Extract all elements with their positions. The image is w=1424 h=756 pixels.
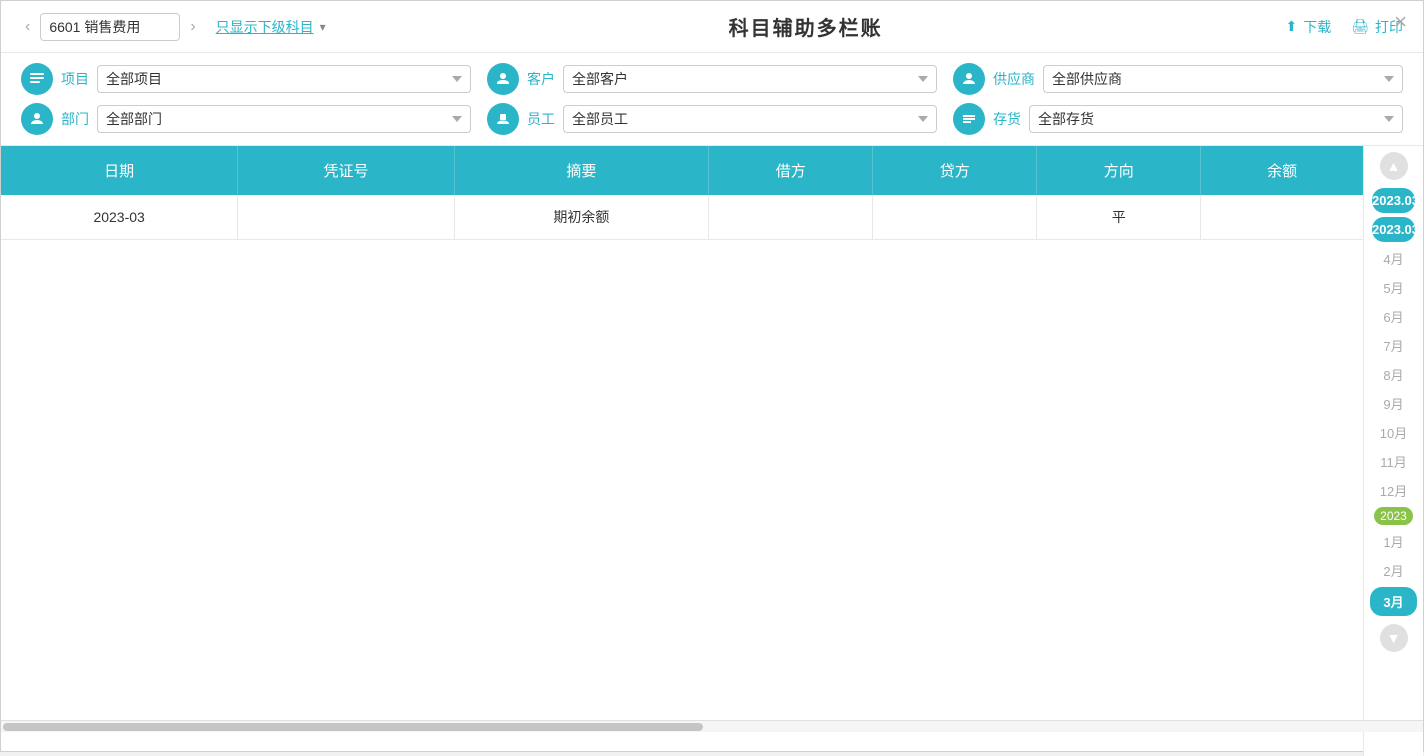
- table-header-row: 日期 凭证号 摘要 借方 贷方 方向 余额: [1, 146, 1363, 195]
- filter-bar: 项目 全部项目 客户 全部客户 供应商 全部供应商: [1, 53, 1423, 146]
- page-title: 科目辅助多栏账: [326, 12, 1286, 41]
- department-select[interactable]: 全部部门: [97, 105, 471, 133]
- timeline-month-2[interactable]: 2月: [1364, 556, 1423, 585]
- timeline-month-1[interactable]: 1月: [1364, 527, 1423, 556]
- col-date: 日期: [1, 146, 238, 195]
- filter-supplier: 供应商 全部供应商: [953, 63, 1403, 95]
- col-summary: 摘要: [454, 146, 709, 195]
- cell-summary: 期初余额: [454, 195, 709, 240]
- download-icon: ⬆: [1285, 18, 1297, 35]
- inventory-icon: [953, 103, 985, 135]
- col-voucher: 凭证号: [238, 146, 454, 195]
- cell-debit: [709, 195, 873, 240]
- supplier-select[interactable]: 全部供应商: [1043, 65, 1403, 93]
- show-sub-label[interactable]: 只显示下级科目: [216, 17, 314, 37]
- timeline-month-7[interactable]: 7月: [1364, 331, 1423, 360]
- filter-inventory: 存货 全部存货: [953, 103, 1403, 135]
- col-direction: 方向: [1037, 146, 1201, 195]
- department-icon: [21, 103, 53, 135]
- timeline-date-2023-03-sub[interactable]: 2023.03: [1372, 217, 1415, 242]
- inventory-label: 存货: [993, 109, 1021, 129]
- supplier-icon: [953, 63, 985, 95]
- cell-date: 2023-03: [1, 195, 238, 240]
- supplier-label: 供应商: [993, 69, 1035, 89]
- timeline-month-3-active[interactable]: 3月: [1370, 587, 1417, 616]
- timeline-date-2023-03-top[interactable]: 2023.03: [1372, 188, 1415, 213]
- close-button[interactable]: ×: [1394, 11, 1407, 33]
- account-name: 销售费用: [84, 17, 140, 37]
- ledger-table: 日期 凭证号 摘要 借方 贷方 方向 余额 2023-03 期初余额: [1, 146, 1363, 240]
- employee-icon: [487, 103, 519, 135]
- cell-credit: [873, 195, 1037, 240]
- account-code: 6601: [49, 19, 80, 35]
- filter-department: 部门 全部部门: [21, 103, 471, 135]
- inventory-select[interactable]: 全部存货: [1029, 105, 1403, 133]
- cell-balance: [1201, 195, 1363, 240]
- timeline-down-arrow[interactable]: ▼: [1380, 624, 1408, 652]
- project-label: 项目: [61, 69, 89, 89]
- download-button[interactable]: ⬆ 下载: [1285, 17, 1331, 37]
- timeline-month-10[interactable]: 10月: [1364, 418, 1423, 447]
- timeline-month-5[interactable]: 5月: [1364, 273, 1423, 302]
- account-code-box: 6601 销售费用: [40, 13, 180, 41]
- print-icon: 🖨: [1351, 18, 1369, 35]
- table-row: 2023-03 期初余额 平: [1, 195, 1363, 240]
- top-bar: ‹ 6601 销售费用 › 只显示下级科目 ▾ 科目辅助多栏账 ⬆ 下载 🖨 打…: [1, 1, 1423, 53]
- project-select[interactable]: 全部项目: [97, 65, 471, 93]
- table-container: 日期 凭证号 摘要 借方 贷方 方向 余额 2023-03 期初余额: [1, 146, 1363, 720]
- customer-select[interactable]: 全部客户: [563, 65, 937, 93]
- employee-select[interactable]: 全部员工: [563, 105, 937, 133]
- col-debit: 借方: [709, 146, 873, 195]
- timeline-year-badge[interactable]: 2023: [1374, 507, 1413, 525]
- download-label: 下载: [1303, 17, 1331, 37]
- sidebar-timeline: ▲ 2023.03 2023.03 4月 5月 6月 7月 8月 9月 10月 …: [1363, 146, 1423, 756]
- employee-label: 员工: [527, 109, 555, 129]
- toolbar-right: ⬆ 下载 🖨 打印: [1285, 17, 1403, 37]
- timeline-month-11[interactable]: 11月: [1364, 447, 1423, 476]
- filter-employee: 员工 全部员工: [487, 103, 937, 135]
- col-balance: 余额: [1201, 146, 1363, 195]
- timeline-month-8[interactable]: 8月: [1364, 360, 1423, 389]
- timeline-up-arrow[interactable]: ▲: [1380, 152, 1408, 180]
- filter-project: 项目 全部项目: [21, 63, 471, 95]
- scrollbar-thumb[interactable]: [3, 723, 703, 731]
- timeline-month-12[interactable]: 12月: [1364, 476, 1423, 505]
- department-label: 部门: [61, 109, 89, 129]
- customer-icon: [487, 63, 519, 95]
- timeline-month-9[interactable]: 9月: [1364, 389, 1423, 418]
- timeline-month-6[interactable]: 6月: [1364, 302, 1423, 331]
- timeline-top-dates: 2023.03 2023.03: [1364, 186, 1423, 244]
- timeline-month-4[interactable]: 4月: [1364, 244, 1423, 273]
- cell-direction: 平: [1037, 195, 1201, 240]
- bottom-scrollbar[interactable]: [1, 720, 1423, 732]
- prev-arrow[interactable]: ‹: [21, 18, 34, 36]
- project-icon: [21, 63, 53, 95]
- customer-label: 客户: [527, 69, 555, 89]
- main-window: ‹ 6601 销售费用 › 只显示下级科目 ▾ 科目辅助多栏账 ⬆ 下载 🖨 打…: [0, 0, 1424, 752]
- col-credit: 贷方: [873, 146, 1037, 195]
- filter-customer: 客户 全部客户: [487, 63, 937, 95]
- content-area: 日期 凭证号 摘要 借方 贷方 方向 余额 2023-03 期初余额: [1, 146, 1423, 720]
- next-arrow[interactable]: ›: [186, 18, 199, 36]
- cell-voucher: [238, 195, 454, 240]
